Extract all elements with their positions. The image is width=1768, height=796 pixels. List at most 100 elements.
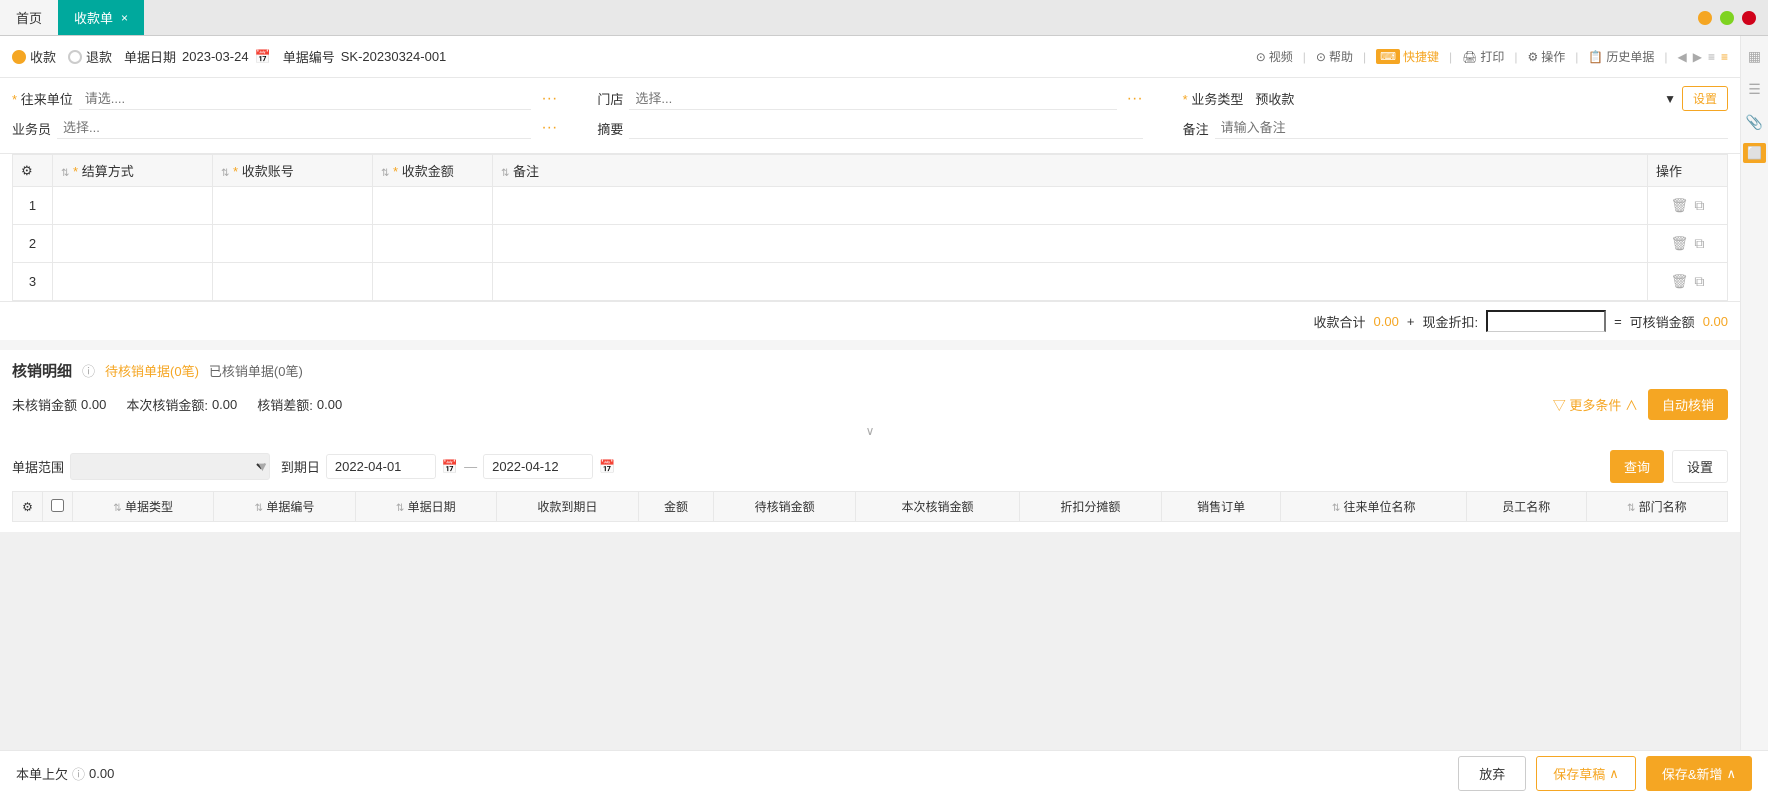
calendar-to-icon[interactable]: 📅 (599, 459, 615, 475)
main-content: 收款 退款 单据日期 2023-03-24 📅 单据编号 SK-20230324… (0, 36, 1740, 796)
col-account-header: ⇅ * 收款账号 (213, 155, 373, 187)
help-btn[interactable]: ⊙ 帮助 (1316, 48, 1353, 65)
biz-type-field: * 业务类型 预收款 ▼ 设置 (1183, 86, 1728, 111)
hexiao-table: ⇅ 单据类型 ⇅ 单据编号 ⇅ 单据日期 收款到期日 (12, 491, 1728, 522)
row-num-2: 2 (13, 225, 53, 263)
radio-receipt[interactable]: 收款 (12, 47, 56, 66)
voucher-range-label: 单据范围 (12, 457, 64, 476)
hexiao-summary: 未核销金额 0.00 本次核销金额: 0.00 核销差额: 0.00 ▽ 更多条… (12, 389, 1728, 420)
form-area: * 往来单位 ··· 门店 ··· * 业务类型 预收款 ▼ 设置 (0, 78, 1740, 154)
tab-pending[interactable]: 待核销单据(0笔) (105, 361, 199, 380)
operation-btn[interactable]: ⚙ 操作 (1528, 48, 1566, 65)
counterpart-more-icon[interactable]: ··· (541, 90, 557, 108)
calendar-icon[interactable]: 📅 (255, 49, 271, 65)
panel-icon-list[interactable]: ☰ (1744, 77, 1765, 102)
panel-icon-expand[interactable]: ⬜ (1743, 143, 1766, 163)
delete-icon-1[interactable]: 🗑 (1671, 197, 1689, 214)
counterpart-input[interactable] (79, 88, 532, 110)
col-op-header: 操作 (1648, 155, 1728, 187)
col-settings-hexiao[interactable] (13, 492, 43, 522)
save-draft-button[interactable]: 保存草稿 ∧ (1536, 756, 1636, 791)
hexiao-title-text: 核销明细 (12, 360, 72, 381)
remark-cell-1[interactable] (493, 187, 1648, 225)
diff-amount: 核销差额: 0.00 (257, 395, 342, 414)
remark-cell-3[interactable] (493, 263, 1648, 301)
minimize-button[interactable] (1698, 11, 1712, 25)
date-separator: — (464, 459, 477, 474)
radio-refund[interactable]: 退款 (68, 47, 112, 66)
summary-input[interactable] (629, 117, 1142, 139)
tab-receipt[interactable]: 收款单 × (58, 0, 144, 35)
video-btn[interactable]: ⊙ 视频 (1256, 48, 1293, 65)
remark-input[interactable] (1215, 117, 1728, 139)
auto-btn[interactable]: 自动核销 (1648, 389, 1728, 420)
more-conditions-btn[interactable]: ▽ 更多条件 ∧ (1553, 389, 1638, 420)
row-num-1: 1 (13, 187, 53, 225)
current-amount: 本次核销金额: 0.00 (126, 395, 237, 414)
print-btn[interactable]: 🖨 打印 (1462, 48, 1504, 65)
amount-cell-3[interactable] (373, 263, 493, 301)
radio-receipt-label: 收款 (30, 47, 56, 66)
equals-sign: = (1614, 314, 1622, 329)
col-remark-header: ⇅ 备注 (493, 155, 1648, 187)
shortcut-btn[interactable]: ⌨ 快捷键 (1376, 48, 1439, 65)
close-button[interactable] (1742, 11, 1756, 25)
toolbar-right: ⊙ 视频 | ⊙ 帮助 | ⌨ 快捷键 | 🖨 打印 | ⚙ 操作 (1256, 48, 1728, 65)
tab-close-icon[interactable]: × (121, 11, 128, 25)
col-doc-num-header: ⇅ 单据编号 (214, 492, 355, 522)
tab-done[interactable]: 已核销单据(0笔) (209, 361, 303, 380)
col-employee-header: 员工名称 (1466, 492, 1586, 522)
delete-icon-3[interactable]: 🗑 (1671, 273, 1689, 290)
date-label: 单据日期 (124, 47, 176, 66)
panel-icon-table[interactable]: ▦ (1744, 44, 1765, 69)
due-date-from-input[interactable] (326, 454, 436, 479)
query-button[interactable]: 查询 (1610, 450, 1664, 483)
salesperson-input[interactable] (57, 117, 531, 139)
delete-icon-2[interactable]: 🗑 (1671, 235, 1689, 252)
nav-right-icon[interactable]: ▶ (1693, 50, 1702, 64)
footer: 本单上欠 ⓘ 0.00 放弃 保存草稿 ∧ 保存&新增 ∧ (0, 750, 1768, 796)
settle-cell-2[interactable] (53, 225, 213, 263)
settle-cell-1[interactable] (53, 187, 213, 225)
save-new-button[interactable]: 保存&新增 ∧ (1646, 756, 1752, 791)
col-settings[interactable] (13, 155, 53, 187)
account-cell-2[interactable] (213, 225, 373, 263)
settings-button[interactable]: 设置 (1682, 86, 1728, 111)
counterpart-label: * 往来单位 (12, 89, 73, 108)
copy-icon-2[interactable]: ⧉ (1694, 235, 1704, 252)
store-more-icon[interactable]: ··· (1127, 90, 1143, 108)
copy-icon-3[interactable]: ⧉ (1694, 273, 1704, 290)
summary-row: 收款合计 0.00 + 现金折扣: = 可核销金额 0.00 (0, 301, 1740, 340)
store-input[interactable] (629, 88, 1116, 110)
radio-dot-receipt (12, 50, 26, 64)
remark-cell-2[interactable] (493, 225, 1648, 263)
bottom-table-wrap: ⇅ 单据类型 ⇅ 单据编号 ⇅ 单据日期 收款到期日 (12, 491, 1728, 522)
salesperson-more-icon[interactable]: ··· (541, 119, 557, 137)
salesperson-label: 业务员 (12, 119, 51, 138)
history-btn[interactable]: 📋 历史单据 (1588, 48, 1654, 65)
discount-input[interactable] (1486, 310, 1606, 332)
biz-type-dropdown-icon[interactable]: ▼ (1664, 92, 1676, 106)
settle-cell-3[interactable] (53, 263, 213, 301)
amount-cell-1[interactable] (373, 187, 493, 225)
voucher-range-select[interactable] (70, 453, 270, 480)
biz-type-label: * 业务类型 (1183, 89, 1244, 108)
setting-button[interactable]: 设置 (1672, 450, 1728, 483)
copy-icon-1[interactable]: ⧉ (1694, 197, 1704, 214)
calendar-from-icon[interactable]: 📅 (442, 459, 458, 475)
nav-left-icon[interactable]: ◀ (1678, 50, 1687, 64)
amount-cell-2[interactable] (373, 225, 493, 263)
tab-home[interactable]: 首页 (0, 0, 58, 35)
discount-label: 现金折扣: (1422, 312, 1478, 331)
account-cell-3[interactable] (213, 263, 373, 301)
panel-icon-attach[interactable]: 📎 (1742, 110, 1767, 135)
maximize-button[interactable] (1720, 11, 1734, 25)
abandon-button[interactable]: 放弃 (1458, 756, 1526, 791)
col-checkbox (43, 492, 73, 522)
filter-icon: ▽ (1553, 398, 1566, 413)
due-date-to-input[interactable] (483, 454, 593, 479)
collapse-icon[interactable]: ∨ (866, 424, 875, 438)
unverified-amount: 未核销金额 0.00 (12, 395, 106, 414)
account-cell-1[interactable] (213, 187, 373, 225)
select-all-checkbox[interactable] (51, 499, 64, 512)
